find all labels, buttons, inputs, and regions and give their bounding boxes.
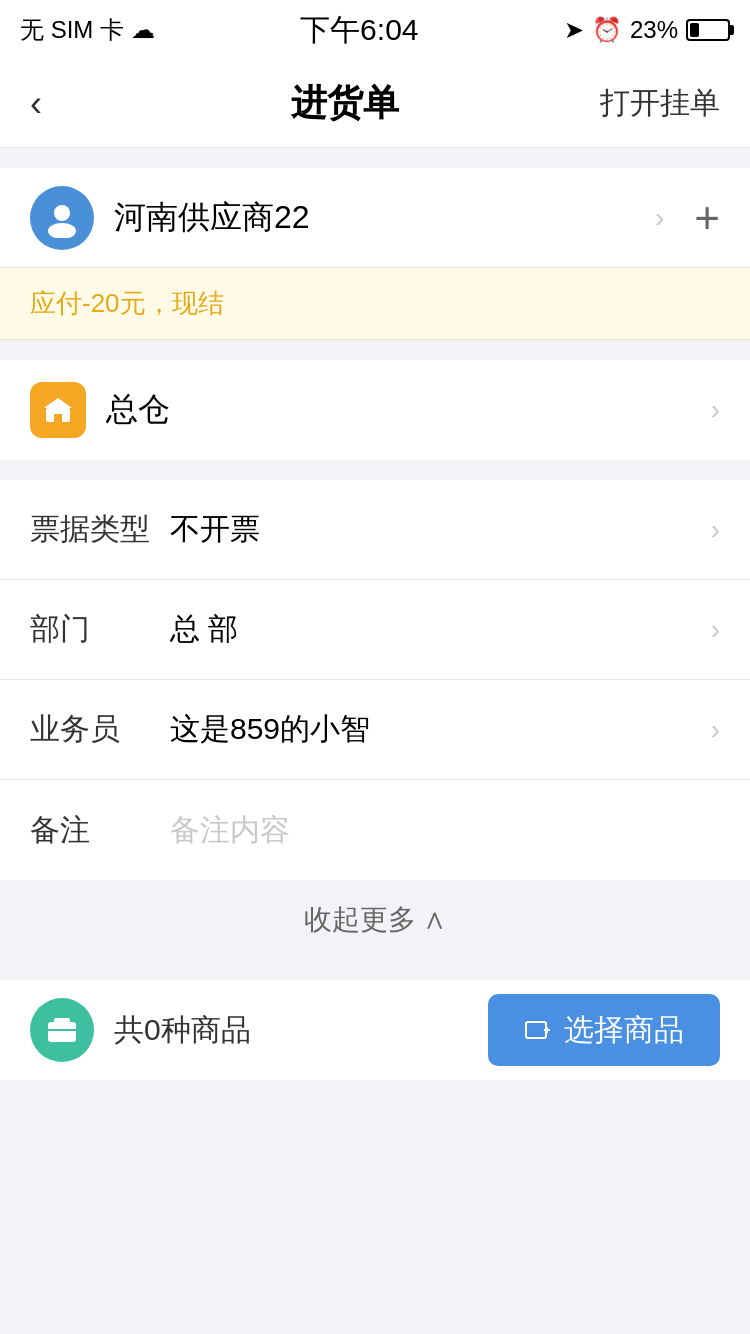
supplier-section[interactable]: 河南供应商22 › + [0,168,750,268]
invoice-value: 不开票 [150,509,711,550]
svg-rect-5 [48,1022,76,1042]
svg-point-0 [54,205,70,221]
warehouse-section[interactable]: 总仓 › [0,360,750,460]
nav-bar: ‹ 进货单 打开挂单 [0,60,750,148]
supplier-avatar [30,186,94,250]
location-icon: ➤ [564,16,584,44]
notice-text: 应付-20元，现结 [30,288,224,318]
svg-marker-3 [44,398,72,408]
alarm-icon: ⏰ [592,16,622,44]
status-left: 无 SIM 卡 ☁ [20,14,155,46]
page-title: 进货单 [291,79,399,128]
remark-input[interactable]: 备注内容 [150,810,720,851]
open-pending-button[interactable]: 打开挂单 [600,83,720,124]
status-time: 下午6:04 [300,10,418,51]
section-gap-1 [0,148,750,168]
sales-row[interactable]: 业务员 这是859的小智 › [0,680,750,780]
section-gap-2 [0,340,750,360]
select-product-button[interactable]: 选择商品 [488,994,720,1066]
add-supplier-button[interactable]: + [694,196,720,240]
dept-row[interactable]: 部门 总 部 › [0,580,750,680]
sales-chevron-icon: › [711,714,720,746]
status-right: ➤ ⏰ 23% [564,16,730,44]
svg-point-1 [48,223,76,238]
sales-label: 业务员 [30,709,150,750]
battery-icon [686,19,730,41]
no-sim-text: 无 SIM 卡 ☁ [20,14,155,46]
back-button[interactable]: ‹ [30,83,90,125]
svg-rect-4 [54,414,62,422]
invoice-label: 票据类型 [30,509,150,550]
supplier-chevron-icon: › [655,202,664,234]
collapse-bar[interactable]: 收起更多 ∧ [0,880,750,960]
battery-percent: 23% [630,16,678,44]
svg-rect-6 [54,1018,70,1024]
product-count: 共0种商品 [114,1010,488,1051]
remark-row[interactable]: 备注 备注内容 [0,780,750,880]
status-bar: 无 SIM 卡 ☁ 下午6:04 ➤ ⏰ 23% [0,0,750,60]
select-product-label: 选择商品 [564,1010,684,1051]
supplier-name: 河南供应商22 [114,196,655,240]
dept-chevron-icon: › [711,614,720,646]
svg-rect-8 [526,1022,546,1038]
notice-bar: 应付-20元，现结 [0,268,750,340]
invoice-row[interactable]: 票据类型 不开票 › [0,480,750,580]
collapse-label: 收起更多 ∧ [304,901,447,939]
invoice-chevron-icon: › [711,514,720,546]
bottom-bar: 共0种商品 选择商品 [0,980,750,1080]
product-icon [30,998,94,1062]
warehouse-name: 总仓 [106,388,711,432]
page-rest [0,1080,750,1334]
warehouse-icon [30,382,86,438]
warehouse-chevron-icon: › [711,394,720,426]
sales-value: 这是859的小智 [150,709,711,750]
dept-label: 部门 [30,609,150,650]
dept-value: 总 部 [150,609,711,650]
remark-label: 备注 [30,810,150,851]
form-section: 票据类型 不开票 › 部门 总 部 › 业务员 这是859的小智 › 备注 备注… [0,480,750,880]
